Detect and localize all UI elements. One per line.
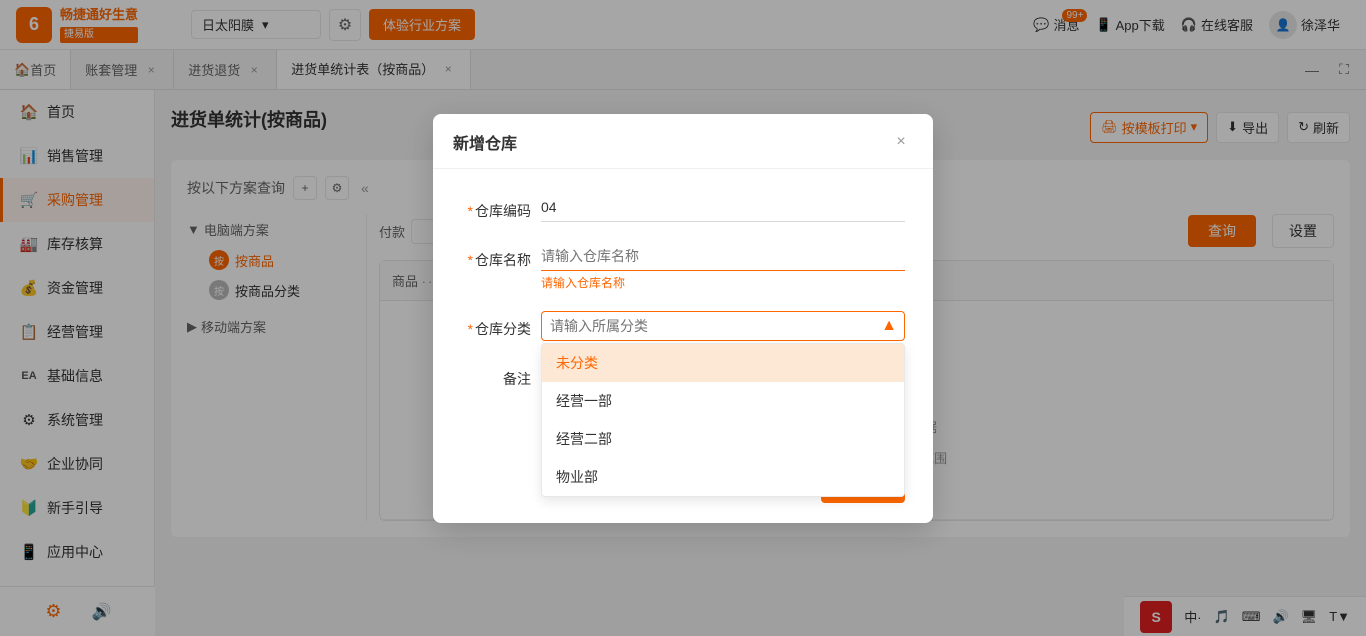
modal-body: 仓库编码 仓库名称 请输入仓库名称 仓库分类 ▲	[433, 169, 933, 455]
form-row-category: 仓库分类 ▲ 未分类 经营一部 经营二部 物业部	[461, 311, 905, 341]
form-code-label: 仓库编码	[461, 193, 541, 221]
dropdown-item-dept2[interactable]: 经营二部	[542, 420, 904, 458]
dropdown-toggle-icon[interactable]: ▲	[881, 317, 897, 335]
form-row-code: 仓库编码	[461, 193, 905, 222]
form-name-label: 仓库名称	[461, 242, 541, 270]
dropdown-item-dept1[interactable]: 经营一部	[542, 382, 904, 420]
form-row-name: 仓库名称 请输入仓库名称	[461, 242, 905, 291]
form-category-label: 仓库分类	[461, 311, 541, 339]
form-name-control: 请输入仓库名称	[541, 242, 905, 291]
warehouse-name-input[interactable]	[541, 242, 905, 271]
warehouse-code-input[interactable]	[541, 193, 905, 222]
modal-close-btn[interactable]: ×	[889, 130, 913, 154]
modal-title: 新增仓库	[453, 130, 517, 154]
add-warehouse-modal: 新增仓库 × 仓库编码 仓库名称 请输入仓库名称 仓库分类	[433, 114, 933, 523]
form-category-control: ▲ 未分类 经营一部 经营二部 物业部	[541, 311, 905, 341]
dropdown-item-uncategorized[interactable]: 未分类	[542, 344, 904, 382]
dropdown-item-property[interactable]: 物业部	[542, 458, 904, 496]
name-error-message: 请输入仓库名称	[541, 274, 905, 291]
modal-header: 新增仓库 ×	[433, 114, 933, 169]
form-code-control	[541, 193, 905, 222]
warehouse-category-input[interactable]	[541, 311, 905, 341]
category-dropdown: 未分类 经营一部 经营二部 物业部	[541, 343, 905, 497]
modal-overlay: 新增仓库 × 仓库编码 仓库名称 请输入仓库名称 仓库分类	[0, 0, 1366, 636]
form-remark-label: 备注	[461, 361, 541, 389]
